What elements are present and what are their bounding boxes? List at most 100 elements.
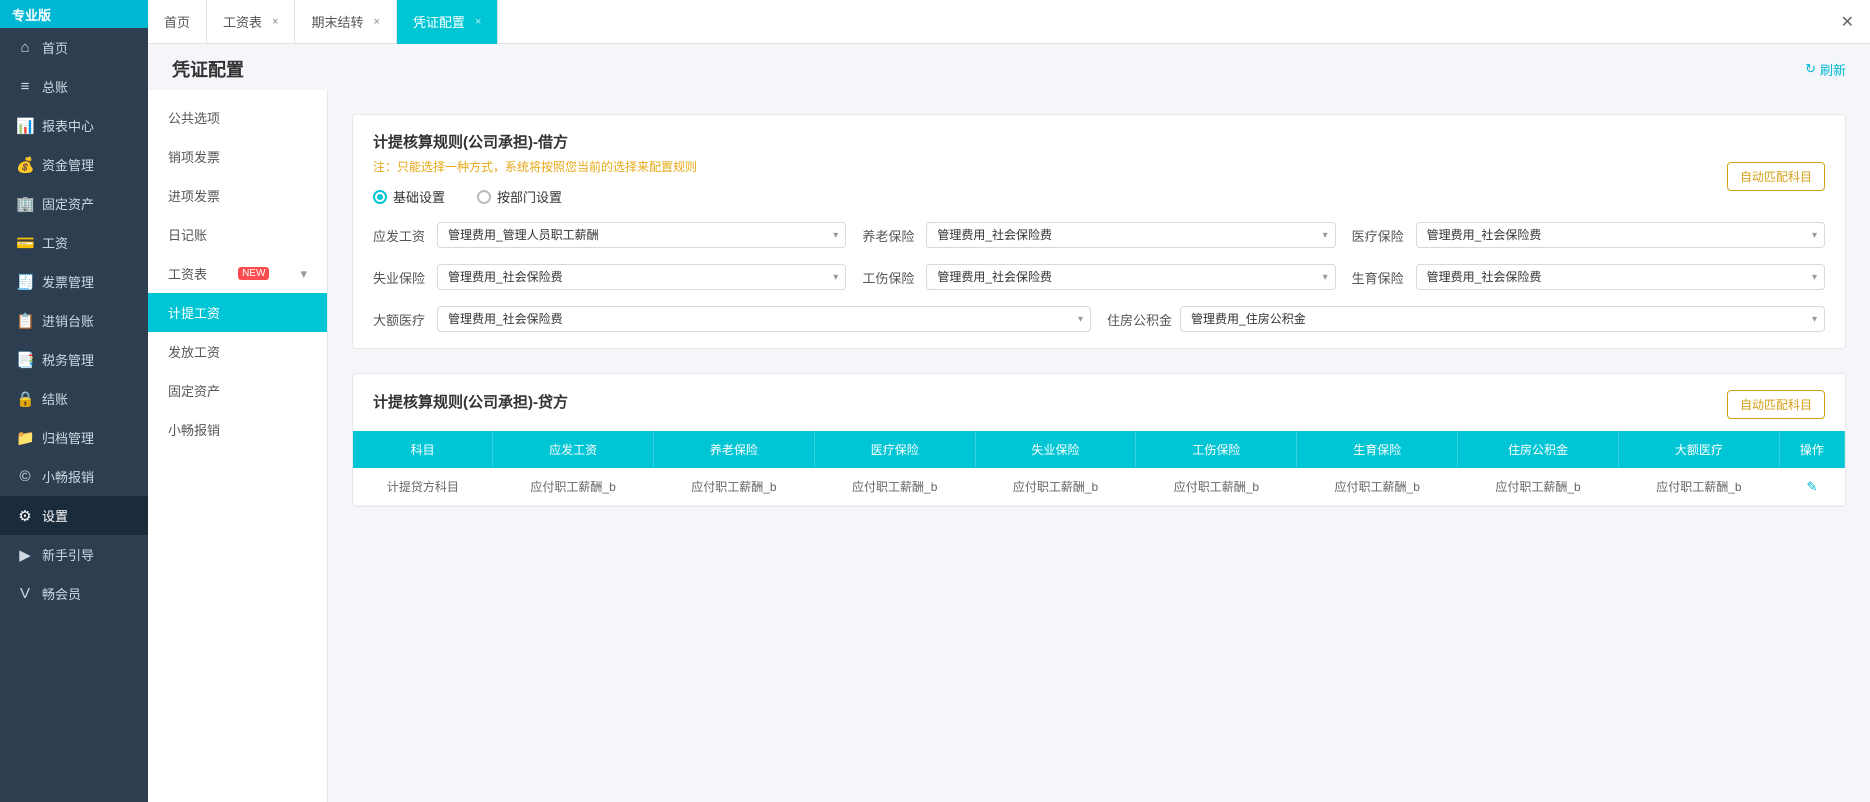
credit-table-wrapper: 科目 应发工资 养老保险 医疗保险 失业保险 工伤保险 生育保险 住房公积金 大… [353, 419, 1845, 506]
edit-icon[interactable]: ✎ [1806, 479, 1817, 494]
select-wrapper-yanglao: 管理费用_社会保险费 ▾ [926, 222, 1335, 248]
sidebar-label-xiaochang-expense: 小畅报销 [42, 467, 94, 486]
expense-icon: © [16, 468, 34, 485]
form-item-yanglao: 养老保险 管理费用_社会保险费 ▾ [862, 222, 1335, 248]
select-yanglao[interactable]: 管理费用_社会保险费 [926, 222, 1335, 248]
form-label-daeyiliao: 大额医疗 [373, 310, 429, 329]
nav-label-pay-salary: 发放工资 [168, 342, 220, 361]
credit-table-body: 计提贷方科目 应付职工薪酬_b 应付职工薪酬_b 应付职工薪酬_b 应付职工薪酬… [353, 468, 1845, 506]
tab-period-end[interactable]: 期末结转 × [295, 0, 396, 44]
sidebar-label-general-ledger: 总账 [42, 77, 68, 96]
page-title: 凭证配置 [172, 56, 244, 82]
sidebar: 专业版 ⌂ 首页 ≡ 总账 📊 报表中心 💰 资金管理 🏢 固定资产 💳 工资 … [0, 0, 148, 802]
tab-home[interactable]: 首页 [148, 0, 207, 44]
select-gjj[interactable]: 管理费用_住房公积金 [1180, 306, 1825, 332]
credit-auto-match-button[interactable]: 自动匹配科目 [1727, 390, 1825, 419]
sales-ledger-icon: 📋 [16, 312, 34, 330]
sidebar-item-fixed-assets[interactable]: 🏢 固定资产 [0, 184, 148, 223]
reports-icon: 📊 [16, 117, 34, 135]
sidebar-item-invoice-mgmt[interactable]: 🧾 发票管理 [0, 262, 148, 301]
radio-by-dept[interactable]: 按部门设置 [477, 187, 562, 206]
select-wrapper-yiliao: 管理费用_社会保险费 ▾ [1416, 222, 1825, 248]
sidebar-label-reports: 报表中心 [42, 116, 94, 135]
debit-section: 计提核算规则(公司承担)-借方 注：只能选择一种方式，系统将按照您当前的选择来配… [352, 114, 1846, 349]
select-yiliao[interactable]: 管理费用_社会保险费 [1416, 222, 1825, 248]
form-label-gjj: 住房公积金 [1107, 310, 1172, 329]
brand-label: 专业版 [0, 0, 148, 28]
nav-xiaochang-expense[interactable]: 小畅报销 [148, 410, 327, 449]
sidebar-item-member[interactable]: V 畅会员 [0, 574, 148, 613]
cell-gjj: 应付职工薪酬_b [1495, 480, 1580, 494]
main-area: 首页 工资表 × 期末结转 × 凭证配置 × ✕ 凭证配置 ↻ 刷新 公共选项 [148, 0, 1870, 802]
credit-section-header-row: 计提核算规则(公司承担)-贷方 自动匹配科目 [353, 374, 1845, 419]
invoice-icon: 🧾 [16, 273, 34, 291]
sidebar-item-tax-mgmt[interactable]: 📑 税务管理 [0, 340, 148, 379]
sidebar-item-sales-ledger[interactable]: 📋 进销台账 [0, 301, 148, 340]
select-yingfa[interactable]: 管理费用_管理人员职工薪酬 [437, 222, 846, 248]
td-action[interactable]: ✎ [1779, 468, 1844, 506]
nav-pay-salary[interactable]: 发放工资 [148, 332, 327, 371]
nav-fixed-assets[interactable]: 固定资产 [148, 371, 327, 410]
sidebar-item-salary[interactable]: 💳 工资 [0, 223, 148, 262]
select-shiye[interactable]: 管理费用_社会保险费 [437, 264, 846, 290]
sidebar-item-guide[interactable]: ▶ 新手引导 [0, 535, 148, 574]
tab-payroll[interactable]: 工资表 × [207, 0, 295, 44]
form-item-gjj: 住房公积金 管理费用_住房公积金 ▾ [1107, 306, 1825, 332]
td-col-daeyiliao: 应付职工薪酬_b [1618, 468, 1779, 506]
nav-label-sales-invoice: 销项发票 [168, 147, 220, 166]
tab-voucher-config[interactable]: 凭证配置 × [397, 0, 498, 44]
sidebar-item-settlement[interactable]: 🔒 结账 [0, 379, 148, 418]
td-subject-label: 计提贷方科目 [353, 468, 493, 506]
nav-calc-payroll[interactable]: 计提工资 [148, 293, 327, 332]
credit-table: 科目 应发工资 养老保险 医疗保险 失业保险 工伤保险 生育保险 住房公积金 大… [353, 431, 1845, 506]
sidebar-item-funds[interactable]: 💰 资金管理 [0, 145, 148, 184]
th-gongshang: 工伤保险 [1136, 431, 1297, 468]
tab-period-end-label: 期末结转 [311, 12, 363, 31]
tab-voucher-config-close[interactable]: × [475, 16, 481, 28]
form-label-shengyu: 生育保险 [1352, 268, 1408, 287]
refresh-icon: ↻ [1805, 61, 1816, 77]
nav-payroll-table[interactable]: 工资表 NEW ▾ [148, 254, 327, 293]
nav-sales-invoice[interactable]: 销项发票 [148, 137, 327, 176]
sidebar-label-sales-ledger: 进销台账 [42, 311, 94, 330]
radio-by-dept-label: 按部门设置 [497, 187, 562, 206]
cell-shengyu: 应付职工薪酬_b [1335, 480, 1420, 494]
th-shengyu: 生育保险 [1297, 431, 1458, 468]
sidebar-item-settings[interactable]: ⚙ 设置 [0, 496, 148, 535]
settlement-icon: 🔒 [16, 390, 34, 408]
radio-row: 基础设置 按部门设置 [373, 187, 697, 206]
sidebar-label-salary: 工资 [42, 233, 68, 252]
radio-basic[interactable]: 基础设置 [373, 187, 445, 206]
credit-section-title: 计提核算规则(公司承担)-贷方 [373, 391, 568, 412]
sidebar-item-archive-mgmt[interactable]: 📁 归档管理 [0, 418, 148, 457]
left-nav: 公共选项 销项发票 进项发票 日记账 工资表 NEW ▾ 计提工资 发放工资 [148, 90, 328, 802]
nav-public-options[interactable]: 公共选项 [148, 98, 327, 137]
nav-journal[interactable]: 日记账 [148, 215, 327, 254]
select-shengyu[interactable]: 管理费用_社会保险费 [1416, 264, 1825, 290]
cell-yingfa: 应付职工薪酬_b [530, 480, 615, 494]
refresh-button[interactable]: ↻ 刷新 [1805, 60, 1846, 79]
tab-payroll-close[interactable]: × [272, 16, 278, 28]
right-content: 计提核算规则(公司承担)-借方 注：只能选择一种方式，系统将按照您当前的选择来配… [328, 90, 1870, 802]
debit-auto-match-button[interactable]: 自动匹配科目 [1727, 162, 1825, 191]
sidebar-item-home[interactable]: ⌂ 首页 [0, 28, 148, 67]
cell-daeyiliao: 应付职工薪酬_b [1656, 480, 1741, 494]
sidebar-item-general-ledger[interactable]: ≡ 总账 [0, 67, 148, 106]
td-col-yingfa: 应付职工薪酬_b [493, 468, 654, 506]
topbar-close-button[interactable]: ✕ [1841, 12, 1854, 32]
nav-purchase-invoice[interactable]: 进项发票 [148, 176, 327, 215]
td-col-yiliao: 应付职工薪酬_b [814, 468, 975, 506]
new-badge: NEW [238, 267, 269, 280]
nav-label-purchase-invoice: 进项发票 [168, 186, 220, 205]
select-gongshang[interactable]: 管理费用_社会保险费 [926, 264, 1335, 290]
sidebar-item-reports[interactable]: 📊 报表中心 [0, 106, 148, 145]
tab-period-end-close[interactable]: × [373, 16, 379, 28]
credit-table-header-row: 科目 应发工资 养老保险 医疗保险 失业保险 工伤保险 生育保险 住房公积金 大… [353, 431, 1845, 468]
form-label-gongshang: 工伤保险 [862, 268, 918, 287]
select-daeyiliao[interactable]: 管理费用_社会保险费 [437, 306, 1091, 332]
sidebar-label-settlement: 结账 [42, 389, 68, 408]
th-daeyiliao: 大额医疗 [1618, 431, 1779, 468]
select-wrapper-yingfa: 管理费用_管理人员职工薪酬 ▾ [437, 222, 846, 248]
sidebar-item-xiaochang-expense[interactable]: © 小畅报销 [0, 457, 148, 496]
credit-table-head: 科目 应发工资 养老保险 医疗保险 失业保险 工伤保险 生育保险 住房公积金 大… [353, 431, 1845, 468]
